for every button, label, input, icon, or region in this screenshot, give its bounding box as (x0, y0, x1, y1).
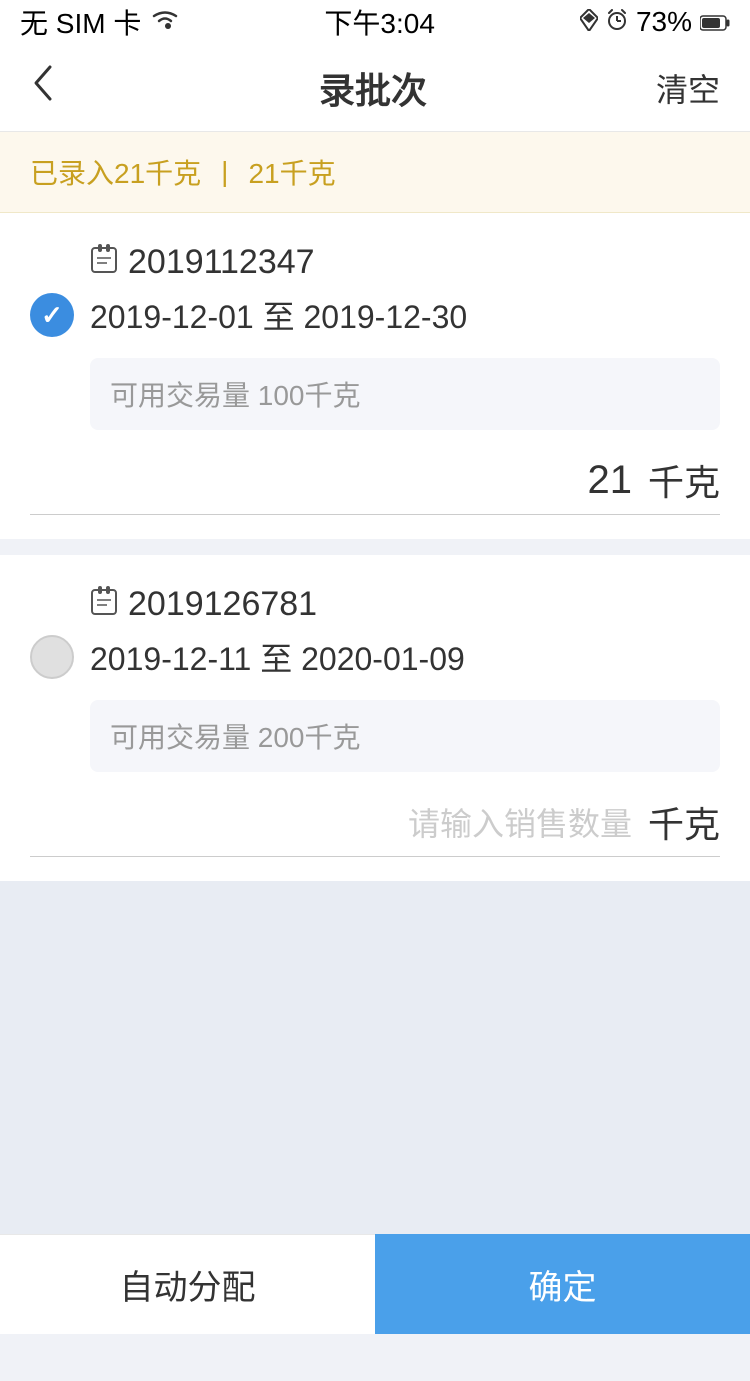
batch-2-date: 2019-12-11 至 2020-01-09 (90, 634, 465, 680)
wifi-icon (151, 6, 179, 38)
status-bar: 无 SIM 卡 下午3:04 73% (0, 0, 750, 44)
batch-2-radio[interactable] (30, 635, 74, 679)
nav-bar: 录批次 清空 (0, 44, 750, 132)
location-icon (580, 6, 598, 38)
info-banner: 已录入21千克 | 21千克 (0, 132, 750, 213)
batch-2-input-row[interactable]: 请输入销售数量 千克 (0, 772, 750, 881)
recorded-amount: 已录入21千克 (30, 152, 201, 192)
bottom-bar: 自动分配 确定 (0, 1234, 750, 1334)
time-display: 下午3:04 (324, 2, 435, 42)
total-amount: 21千克 (248, 152, 335, 192)
batch-2-input-unit: 千克 (648, 796, 720, 848)
battery-icon (700, 6, 730, 38)
status-right: 73% (580, 6, 730, 38)
batch-2-available-text: 可用交易量 200千克 (110, 722, 361, 753)
batch-1-quantity-unit: 千克 (648, 454, 720, 506)
confirm-button[interactable]: 确定 (375, 1234, 750, 1334)
batch-1-id-row: 2019112347 (90, 243, 720, 282)
clear-button[interactable]: 清空 (656, 65, 720, 111)
batch-2-input-line: 请输入销售数量 千克 (30, 796, 720, 857)
content-area: 2019112347 ✓ 2019-12-01 至 2019-12-30 可用交… (0, 213, 750, 1381)
batch-1-id: 2019112347 (128, 243, 315, 282)
section-divider (0, 539, 750, 555)
batch-card-1-inner: 2019112347 ✓ 2019-12-01 至 2019-12-30 可用交… (0, 213, 750, 430)
batch-1-available: 可用交易量 100千克 (90, 358, 720, 430)
batch-card-2-inner: 2019126781 2019-12-11 至 2020-01-09 可用交易量… (0, 555, 750, 772)
page-title: 录批次 (319, 62, 427, 114)
empty-area (0, 881, 750, 1281)
battery-text: 73% (636, 6, 692, 38)
batch-1-available-text: 可用交易量 100千克 (110, 380, 361, 411)
batch-1-id-icon (90, 244, 118, 282)
batch-card-1: 2019112347 ✓ 2019-12-01 至 2019-12-30 可用交… (0, 213, 750, 539)
batch-1-quantity-row: 21 千克 (0, 430, 750, 539)
status-left: 无 SIM 卡 (20, 2, 179, 42)
batch-2-id: 2019126781 (128, 585, 317, 624)
batch-1-date-row[interactable]: ✓ 2019-12-01 至 2019-12-30 (30, 292, 720, 338)
batch-2-input-placeholder: 请输入销售数量 (408, 799, 632, 845)
batch-1-date: 2019-12-01 至 2019-12-30 (90, 292, 467, 338)
batch-1-radio[interactable]: ✓ (30, 293, 74, 337)
checkmark-icon: ✓ (41, 300, 63, 331)
batch-2-date-row[interactable]: 2019-12-11 至 2020-01-09 (30, 634, 720, 680)
batch-2-id-icon (90, 586, 118, 624)
auto-distribute-button[interactable]: 自动分配 (0, 1234, 375, 1334)
batch-1-quantity-value: 21 (587, 458, 632, 503)
carrier-text: 无 SIM 卡 (20, 2, 141, 42)
back-button[interactable] (30, 63, 90, 113)
batch-card-2: 2019126781 2019-12-11 至 2020-01-09 可用交易量… (0, 555, 750, 881)
batch-2-available: 可用交易量 200千克 (90, 700, 720, 772)
batch-1-quantity-line: 21 千克 (30, 454, 720, 515)
batch-2-id-row: 2019126781 (90, 585, 720, 624)
alarm-icon (606, 6, 628, 38)
info-divider: | (221, 156, 228, 188)
